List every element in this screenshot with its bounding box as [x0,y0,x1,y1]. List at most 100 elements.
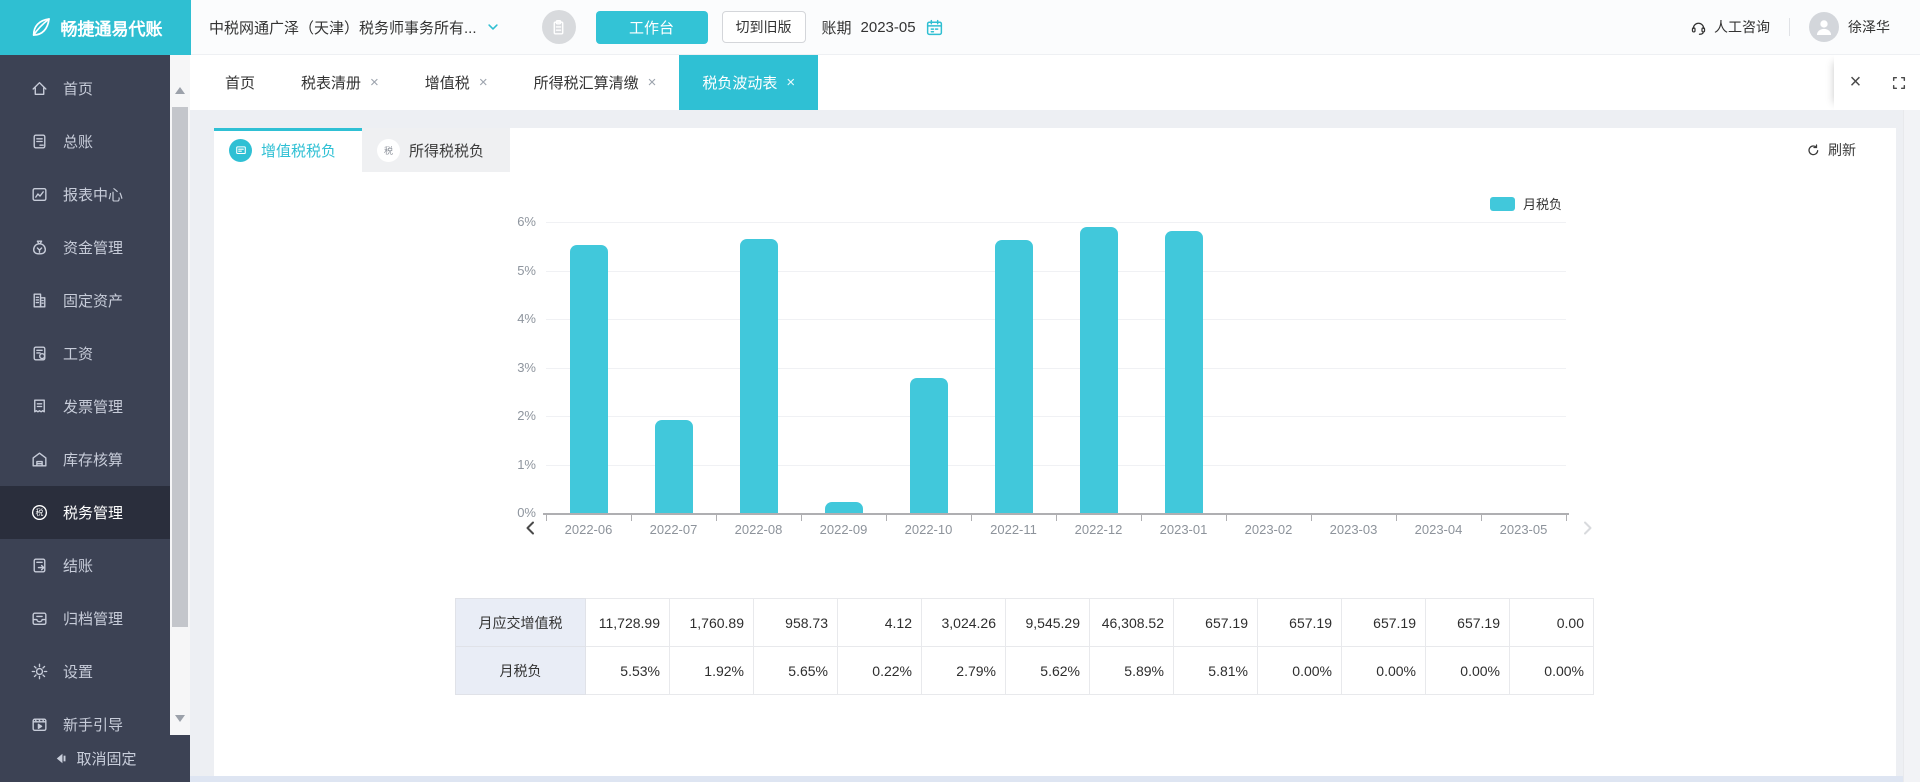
sidebar-item-tax[interactable]: 税 税务管理 [0,486,190,539]
app-root: 畅捷通易代账 中税网通广泽（天津）税务师事务所有... 工作台 切到旧版 账期 … [0,0,1920,782]
x-axis-tick [1396,515,1397,521]
tab-vat[interactable]: 增值税 × [402,55,511,110]
bar-2022-11 [994,240,1033,513]
sidebar-item-funds[interactable]: 资金管理 [0,221,190,274]
open-tabs: 首页 税表清册 × 增值税 × 所得税汇算清缴 × 税负波动表 × [190,55,819,110]
sidebar-item-general-ledger[interactable]: 总账 [0,115,190,168]
sidebar-item-label: 固定资产 [63,293,124,310]
user-menu[interactable]: 徐泽华 [1809,12,1890,42]
refresh-button[interactable]: 刷新 [1806,128,1856,172]
sidebar-item-label: 新手引导 [63,717,124,734]
building-icon [33,293,46,308]
y-axis-tick-label: 1% [517,456,536,472]
fullscreen-button[interactable] [1877,55,1920,110]
table-cell: 5.89% [1089,646,1174,695]
bar-2022-08 [739,239,778,513]
close-tab-icon[interactable]: × [786,75,795,90]
table-cell: 5.53% [585,646,670,695]
company-selector[interactable]: 中税网通广泽（天津）税务师事务所有... [209,17,500,38]
sidebar-scrollbar-thumb[interactable] [172,107,188,627]
scroll-down-arrow-icon[interactable] [170,715,190,727]
sidebar-item-invoice[interactable]: 发票管理 [0,380,190,433]
legend-swatch [1490,196,1515,211]
legend-item[interactable]: 月税负 [1490,194,1562,213]
gridline [546,416,1566,417]
bar-2022-09 [824,502,863,513]
chevron-down-icon [487,24,498,30]
close-all-tabs-button[interactable]: × [1834,55,1877,110]
table-cell: 0.00% [1257,646,1342,695]
sidebar-item-salary[interactable]: 工资 [0,327,190,380]
subtab-income-tax-burden[interactable]: 税所得税税负 [362,128,511,172]
unpin-sidebar-button[interactable]: 取消固定 [0,735,190,782]
gridline [546,464,1566,466]
sidebar-item-inventory[interactable]: 库存核算 [0,433,190,486]
y-axis-tick-label: 2% [517,408,536,423]
x-axis-tick [716,515,717,521]
x-axis-tick [1566,515,1567,521]
sidebar-item-closing[interactable]: 结账 [0,539,190,592]
period-value[interactable]: 2023-05 [861,19,916,36]
chart-prev-button[interactable] [522,519,542,541]
bar-2022-12 [1079,227,1118,513]
person-icon [1816,20,1832,35]
sidebar-item-settings[interactable]: 设置 [0,645,190,698]
sidebar-item-label: 首页 [63,81,94,98]
close-tab-icon[interactable]: × [648,75,657,90]
table-cell: 2.79% [921,646,1006,695]
table-cell: 11,728.99 [585,598,670,647]
main-area: 首页 税表清册 × 增值税 × 所得税汇算清缴 × 税负波动表 × × 增值税税负 税所得税税负 刷… [190,55,1920,782]
guide-icon [32,718,47,731]
sidebar-item-archive[interactable]: 归档管理 [0,592,190,645]
switch-old-version-button[interactable]: 切到旧版 [721,11,806,43]
close-tab-icon[interactable]: × [370,75,379,90]
content-area: 增值税税负 税所得税税负 刷新 月税负 0% 1% 2% 3% 4% 5% 6% 2022-06 20… [190,110,1920,782]
sidebar-item-label: 工资 [63,346,94,363]
x-axis-category-label: 2022-10 [904,522,953,537]
chart-next-button[interactable] [1578,519,1598,541]
sidebar-item-fixed-assets[interactable]: 固定资产 [0,274,190,327]
sidebar-item-report-center[interactable]: 报表中心 [0,168,190,221]
subtab-vat-burden[interactable]: 增值税税负 [214,128,363,172]
notice-clipboard-icon[interactable] [541,10,576,44]
support-link[interactable]: 人工咨询 [1690,17,1770,37]
sidebar-item-label: 发票管理 [63,399,124,416]
gear-icon [31,663,48,680]
calendar-icon[interactable] [925,18,944,37]
x-axis-category-label: 2023-04 [1414,522,1463,537]
tab-income-tax-settlement[interactable]: 所得税汇算清缴 × [511,55,680,110]
tax-burden-table: 月应交增值税 11,728.99 1,760.89 958.73 4.12 3,024.2… [455,598,1594,695]
archive-icon [32,612,47,625]
funds-icon [33,240,46,255]
tax-icon: 税 [31,504,48,521]
period-label: 账期 [821,19,852,37]
burden-subtabs: 增值税税负 税所得税税负 刷新 [214,128,1896,172]
sidebar-item-label: 资金管理 [63,240,124,257]
table-cell: 0.22% [837,646,922,695]
scroll-up-arrow-icon[interactable] [170,87,190,99]
sidebar-item-label: 库存核算 [63,452,124,469]
x-axis-category-label: 2023-03 [1329,522,1378,537]
tab-home[interactable]: 首页 [202,55,278,110]
tab-tax-burden-fluctuation[interactable]: 税负波动表 × [679,55,819,110]
x-axis-tick [1226,515,1227,521]
workbench-button[interactable]: 工作台 [595,10,708,44]
content-card: 增值税税负 税所得税税负 刷新 月税负 0% 1% 2% 3% 4% 5% 6% 2022-06 20… [214,128,1896,776]
bar-2023-01 [1164,231,1203,513]
tab-tax-register[interactable]: 税表清册 × [278,55,402,110]
inventory-icon [32,452,47,467]
headset-icon [1691,22,1706,35]
sidebar-item-home[interactable]: 首页 [0,62,190,115]
x-axis-tick [971,515,972,521]
x-axis-category-label: 2022-09 [819,522,868,537]
x-axis-tick [1481,515,1482,521]
tab-label: 增值税 [424,75,470,92]
table-cell: 657.19 [1257,598,1342,647]
sidebar-item-label: 设置 [63,664,94,681]
horizontal-scrollbar[interactable] [190,776,1903,782]
vertical-scrollbar-track[interactable] [1903,110,1920,782]
table-cell: 0.00% [1425,646,1510,695]
close-tab-icon[interactable]: × [479,75,488,90]
y-axis-tick-label: 0% [517,505,536,520]
table-cell: 657.19 [1173,598,1258,647]
